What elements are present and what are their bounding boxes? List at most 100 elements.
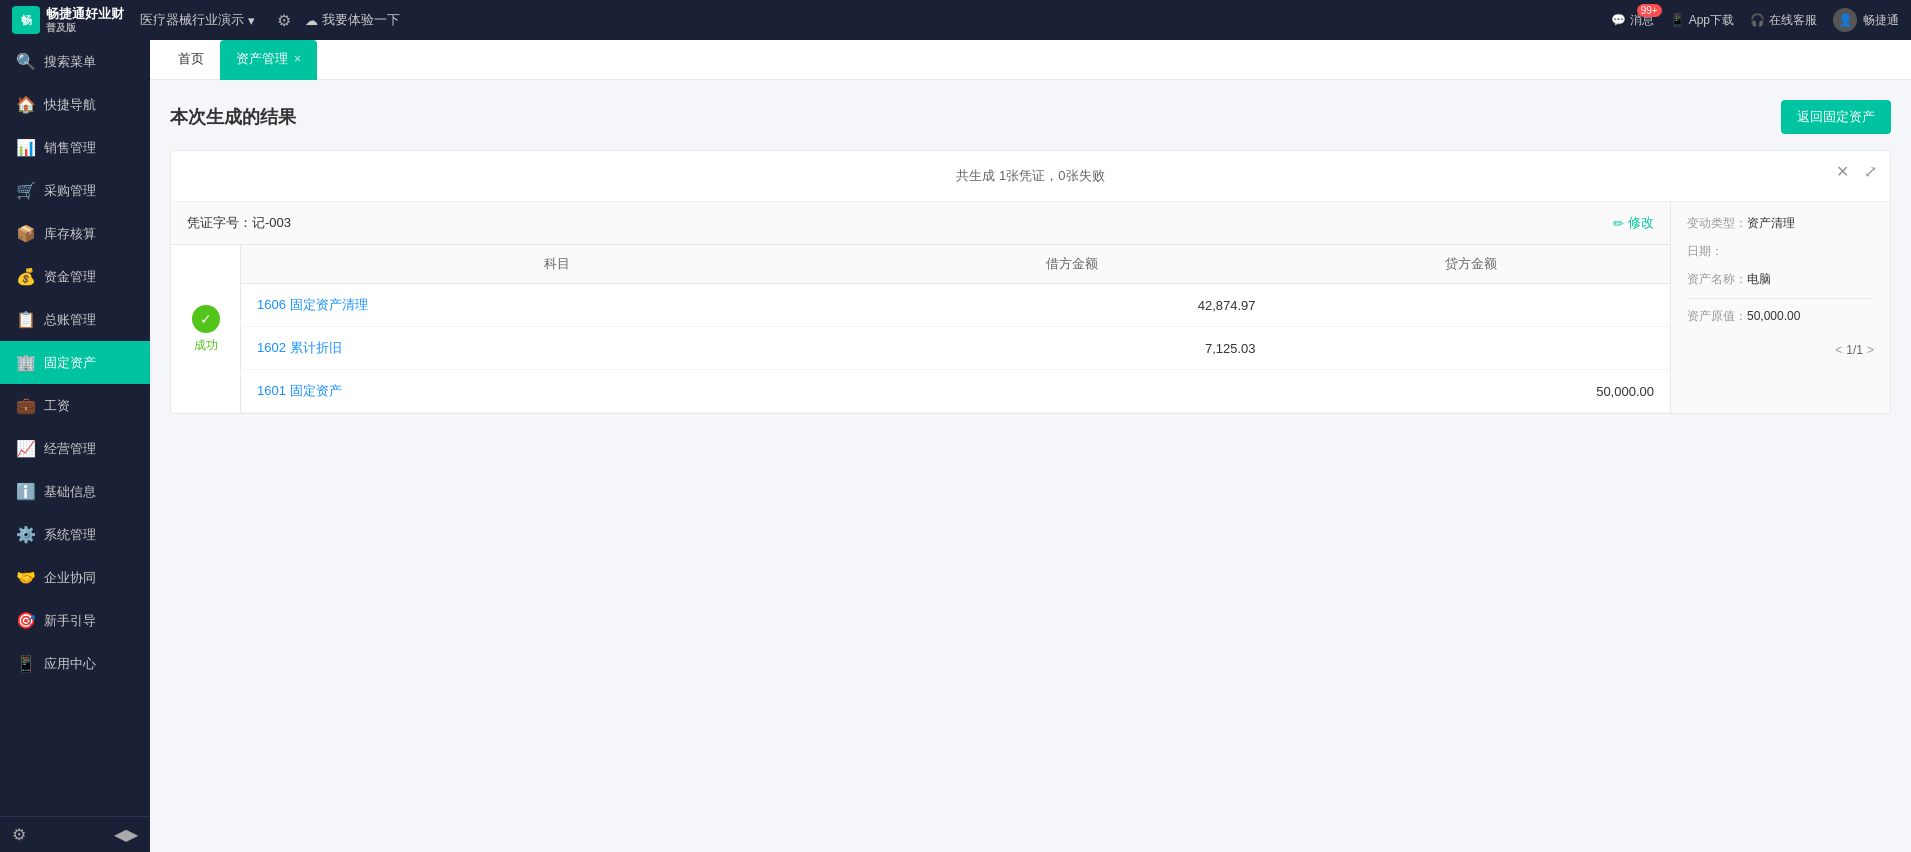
company-name: 医疗器械行业演示 (140, 11, 244, 29)
sidebar-item-management[interactable]: 📈 经营管理 (0, 427, 150, 470)
experience-label: 我要体验一下 (322, 11, 400, 29)
cell-credit-1 (1272, 284, 1670, 327)
table-row: 1601 固定资产 50,000.00 (241, 370, 1670, 413)
collapse-button[interactable]: ◀▶ (114, 825, 138, 844)
finance-icon: 💰 (16, 267, 36, 286)
sidebar-item-inventory[interactable]: 📦 库存核算 (0, 212, 150, 255)
sidebar-bottom: ⚙ ◀▶ (0, 816, 150, 852)
content-area: 首页 资产管理 × 本次生成的结果 返回固定资产 ✕ ⤢ (150, 40, 1911, 852)
sidebar-item-payroll[interactable]: 💼 工资 (0, 384, 150, 427)
table-container: 科目 借方金额 贷方金额 1606 固定资产清理 42,874. (241, 245, 1670, 413)
top-header: 畅 畅捷通好业财 普及版 医疗器械行业演示 ▾ ⚙ ☁ 我要体验一下 💬 消息 … (0, 0, 1911, 40)
page-title: 本次生成的结果 (170, 105, 296, 129)
company-selector[interactable]: 医疗器械行业演示 ▾ (132, 11, 263, 29)
sidebar-item-guide[interactable]: 🎯 新手引导 (0, 599, 150, 642)
app-download-button[interactable]: 📱 App下载 (1670, 12, 1734, 29)
main-layout: 🔍 搜索菜单 🏠 快捷导航 📊 销售管理 🛒 采购管理 📦 库存核算 💰 资金管… (0, 40, 1911, 852)
sidebar-item-basic-info[interactable]: ℹ️ 基础信息 (0, 470, 150, 513)
asset-name-label: 资产名称： (1687, 270, 1747, 288)
sidebar-item-finance[interactable]: 💰 资金管理 (0, 255, 150, 298)
page-title-row: 本次生成的结果 返回固定资产 (170, 100, 1891, 134)
experience-button[interactable]: ☁ 我要体验一下 (305, 11, 400, 29)
cell-debit-2: 7,125.03 (873, 327, 1271, 370)
cell-subject-2: 1602 累计折旧 (241, 327, 873, 370)
sidebar-item-app-center[interactable]: 📱 应用中心 (0, 642, 150, 685)
expand-icon[interactable]: ⤢ (1858, 159, 1882, 183)
success-icon: ✓ (192, 305, 220, 333)
payroll-icon: 💼 (16, 396, 36, 415)
management-icon: 📈 (16, 439, 36, 458)
edit-button[interactable]: ✏ 修改 (1613, 214, 1654, 232)
sidebar-item-quicknav[interactable]: 🏠 快捷导航 (0, 83, 150, 126)
guide-icon: 🎯 (16, 611, 36, 630)
settings-button[interactable]: ⚙ (12, 825, 26, 844)
edit-label: 修改 (1628, 214, 1654, 232)
voucher-table: 科目 借方金额 贷方金额 1606 固定资产清理 42,874. (241, 245, 1670, 413)
tab-home-label: 首页 (178, 50, 204, 68)
cell-debit-3 (873, 370, 1271, 413)
tab-asset-label: 资产管理 (236, 50, 288, 68)
sidebar-item-fixed-assets[interactable]: 🏢 固定资产 (0, 341, 150, 384)
sidebar-item-label: 新手引导 (44, 612, 96, 630)
sidebar-item-purchase[interactable]: 🛒 采购管理 (0, 169, 150, 212)
sidebar-item-label: 库存核算 (44, 225, 96, 243)
sidebar-item-label: 企业协同 (44, 569, 96, 587)
sidebar-item-label: 采购管理 (44, 182, 96, 200)
voucher-number: 凭证字号：记-003 (187, 214, 291, 232)
info-row-asset-value: 资产原值： 50,000.00 (1687, 307, 1874, 325)
chevron-down-icon: ▾ (248, 13, 255, 28)
sidebar-item-label: 工资 (44, 397, 70, 415)
panel-actions: ✕ ⤢ (1830, 159, 1882, 183)
cell-credit-3: 50,000.00 (1272, 370, 1670, 413)
message-icon: 💬 (1611, 13, 1626, 27)
page-content: 本次生成的结果 返回固定资产 ✕ ⤢ 共生成 1张凭证，0张失败 (150, 80, 1911, 852)
purchase-icon: 🛒 (16, 181, 36, 200)
online-service-button[interactable]: 🎧 在线客服 (1750, 12, 1817, 29)
tab-close-icon[interactable]: × (294, 52, 301, 66)
info-divider (1687, 298, 1874, 299)
logo-main-text: 畅捷通好业财 (46, 6, 124, 22)
app-center-icon: 📱 (16, 654, 36, 673)
sidebar-item-cooperation[interactable]: 🤝 企业协同 (0, 556, 150, 599)
user-name: 畅捷通 (1863, 12, 1899, 29)
prev-page-button[interactable]: < (1835, 343, 1842, 357)
gear-button[interactable]: ⚙ (271, 11, 297, 30)
sidebar-item-search[interactable]: 🔍 搜索菜单 (0, 40, 150, 83)
sidebar-item-ledger[interactable]: 📋 总账管理 (0, 298, 150, 341)
logo-icon: 畅 (12, 6, 40, 34)
sidebar-item-label: 固定资产 (44, 354, 96, 372)
asset-value-value: 50,000.00 (1747, 307, 1800, 325)
home-icon: 🏠 (16, 95, 36, 114)
change-type-label: 变动类型： (1687, 214, 1747, 232)
result-summary: 共生成 1张凭证，0张失败 (171, 151, 1890, 202)
tab-asset-management[interactable]: 资产管理 × (220, 40, 317, 80)
next-page-button[interactable]: > (1867, 343, 1874, 357)
info-panel: 变动类型： 资产清理 日期： 资产名称： 电脑 (1670, 202, 1890, 413)
sidebar-item-sales[interactable]: 📊 销售管理 (0, 126, 150, 169)
status-column: ✓ 成功 (171, 245, 241, 413)
online-service-label: 在线客服 (1769, 12, 1817, 29)
info-row-date: 日期： (1687, 242, 1874, 260)
cloud-icon: ☁ (305, 13, 318, 28)
app-download-label: App下载 (1689, 12, 1734, 29)
close-icon[interactable]: ✕ (1830, 159, 1854, 183)
user-area[interactable]: 👤 畅捷通 (1833, 8, 1899, 32)
sales-icon: 📊 (16, 138, 36, 157)
date-label: 日期： (1687, 242, 1747, 260)
sidebar-item-system[interactable]: ⚙️ 系统管理 (0, 513, 150, 556)
avatar: 👤 (1833, 8, 1857, 32)
logo: 畅 畅捷通好业财 普及版 (12, 6, 124, 34)
message-button[interactable]: 💬 消息 99+ (1611, 12, 1654, 29)
cell-debit-1: 42,874.97 (873, 284, 1271, 327)
cell-credit-2 (1272, 327, 1670, 370)
tab-home[interactable]: 首页 (162, 40, 220, 80)
download-icon: 📱 (1670, 13, 1685, 27)
logo-text: 畅捷通好业财 普及版 (46, 6, 124, 34)
service-icon: 🎧 (1750, 13, 1765, 27)
return-button[interactable]: 返回固定资产 (1781, 100, 1891, 134)
change-type-value: 资产清理 (1747, 214, 1795, 232)
header-left: 畅 畅捷通好业财 普及版 医疗器械行业演示 ▾ ⚙ ☁ 我要体验一下 (12, 6, 400, 34)
sidebar: 🔍 搜索菜单 🏠 快捷导航 📊 销售管理 🛒 采购管理 📦 库存核算 💰 资金管… (0, 40, 150, 852)
col-header-credit: 贷方金额 (1272, 245, 1670, 284)
sidebar-item-label: 基础信息 (44, 483, 96, 501)
